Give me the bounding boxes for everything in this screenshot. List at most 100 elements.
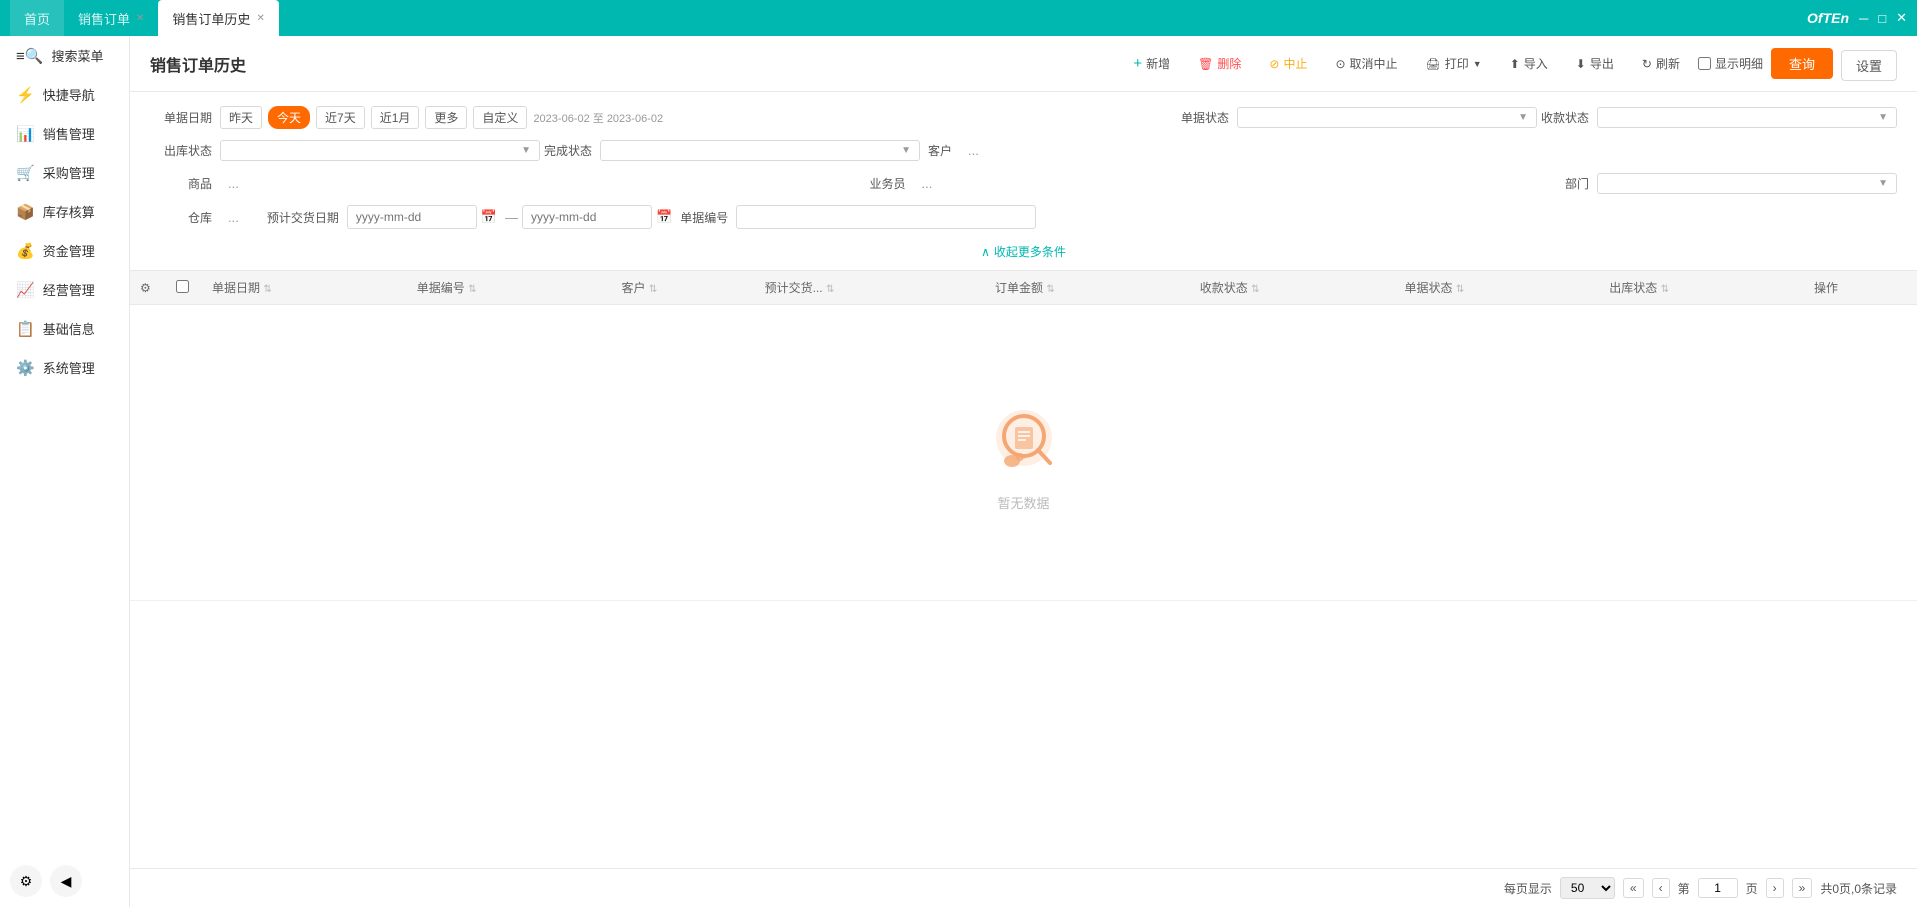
th-settings[interactable]: ⚙ xyxy=(130,271,166,305)
sidebar-item-sys-mgmt[interactable]: ⚙️ 系统管理 xyxy=(0,348,129,387)
sidebar-item-operations-label: 经营管理 xyxy=(43,280,95,299)
sort-receipt-status-icon[interactable]: ⇅ xyxy=(1251,284,1259,295)
import-button[interactable]: ⬆ 导入 xyxy=(1500,51,1558,76)
tab-sales-order-close[interactable]: ✕ xyxy=(136,13,144,24)
show-detail-toggle[interactable]: 显示明细 xyxy=(1698,55,1763,72)
new-button[interactable]: + 新增 xyxy=(1123,51,1180,76)
first-page-button[interactable]: « xyxy=(1623,878,1644,898)
show-detail-checkbox[interactable] xyxy=(1698,57,1711,70)
query-button[interactable]: 查询 xyxy=(1771,48,1833,79)
customer-dots[interactable]: ... xyxy=(960,139,987,162)
select-all-checkbox[interactable] xyxy=(176,280,189,293)
print-button[interactable]: 🖨 打印 ▼ xyxy=(1416,51,1492,76)
date-btn-more[interactable]: 更多 xyxy=(425,106,467,129)
basic-info-icon: 📋 xyxy=(16,320,35,338)
sidebar-collapse-btn[interactable]: ◀ xyxy=(50,865,82,897)
delete-button[interactable]: 🗑 删除 xyxy=(1188,51,1251,76)
window-minimize[interactable]: ─ xyxy=(1859,11,1868,26)
app-body: ≡🔍 搜索菜单 ⚡ 快捷导航 📊 销售管理 🛒 采购管理 📦 库存核算 💰 资金… xyxy=(0,36,1917,907)
tab-home[interactable]: 首页 xyxy=(10,0,64,36)
sort-customer-icon[interactable]: ⇅ xyxy=(649,284,657,295)
new-label: 新增 xyxy=(1146,55,1170,72)
sort-expected-delivery-icon[interactable]: ⇅ xyxy=(826,284,834,295)
sort-date-icon[interactable]: ⇅ xyxy=(263,284,271,295)
date-btn-yesterday[interactable]: 昨天 xyxy=(220,106,262,129)
export-label: 导出 xyxy=(1590,55,1614,72)
th-order-status: 单据状态 ⇅ xyxy=(1394,271,1599,305)
collapse-up-icon: ∧ xyxy=(981,245,990,259)
total-text: 共0页,0条记录 xyxy=(1820,880,1897,897)
order-status-label: 单据状态 xyxy=(1177,109,1237,126)
th-outbound-status: 出库状态 ⇅ xyxy=(1599,271,1804,305)
page-number-input[interactable] xyxy=(1698,878,1738,898)
date-from-input[interactable] xyxy=(347,205,477,229)
sidebar-item-search-menu[interactable]: ≡🔍 搜索菜单 xyxy=(0,36,129,75)
completion-status-arrow: ▼ xyxy=(901,145,911,156)
refresh-button[interactable]: ↻ 刷新 xyxy=(1632,51,1690,76)
date-btn-today[interactable]: 今天 xyxy=(268,106,310,129)
window-maximize[interactable]: □ xyxy=(1878,11,1886,26)
date-to-input[interactable] xyxy=(522,205,652,229)
calendar-to-icon[interactable]: 📅 xyxy=(652,209,676,225)
tab-sales-order[interactable]: 销售订单 ✕ xyxy=(64,0,158,36)
outbound-status-select[interactable]: ▼ xyxy=(220,140,540,161)
last-page-button[interactable]: » xyxy=(1792,878,1813,898)
sidebar-item-operations[interactable]: 📈 经营管理 xyxy=(0,270,129,309)
settings-icon[interactable]: ⚙ xyxy=(140,281,151,295)
completion-status-select[interactable]: ▼ xyxy=(600,140,920,161)
cancel-stop-button[interactable]: ⊙ 取消中止 xyxy=(1325,51,1407,76)
order-status-arrow: ▼ xyxy=(1518,112,1528,123)
show-detail-label: 显示明细 xyxy=(1715,55,1763,72)
sidebar-item-sales[interactable]: 📊 销售管理 xyxy=(0,114,129,153)
sidebar-item-purchase[interactable]: 🛒 采购管理 xyxy=(0,153,129,192)
warehouse-dots[interactable]: ... xyxy=(220,206,247,229)
purchase-icon: 🛒 xyxy=(16,164,35,182)
order-status-select[interactable]: ▼ xyxy=(1237,107,1537,128)
th-checkbox[interactable] xyxy=(166,271,202,305)
sort-order-no-icon[interactable]: ⇅ xyxy=(468,284,476,295)
next-page-button[interactable]: › xyxy=(1766,878,1784,898)
department-label: 部门 xyxy=(1557,175,1597,192)
sidebar-item-inventory[interactable]: 📦 库存核算 xyxy=(0,192,129,231)
print-label: 打印 xyxy=(1445,55,1469,72)
date-btn-1month[interactable]: 近1月 xyxy=(371,106,420,129)
table-body: 暂无数据 xyxy=(130,305,1917,601)
order-no-input[interactable] xyxy=(736,205,1036,229)
salesperson-dots[interactable]: ... xyxy=(914,172,941,195)
sidebar-item-finance[interactable]: 💰 资金管理 xyxy=(0,231,129,270)
outbound-status-label: 出库状态 xyxy=(150,142,220,159)
sort-outbound-status-icon[interactable]: ⇅ xyxy=(1661,284,1669,295)
sidebar-item-sys-label: 系统管理 xyxy=(43,358,95,377)
sort-amount-icon[interactable]: ⇅ xyxy=(1046,284,1054,295)
export-button[interactable]: ⬇ 导出 xyxy=(1566,51,1624,76)
department-select[interactable]: ▼ xyxy=(1597,173,1897,194)
goods-dots[interactable]: ... xyxy=(220,172,247,195)
stop-button[interactable]: ⊘ 中止 xyxy=(1259,51,1317,76)
th-amount-label: 订单金额 xyxy=(995,281,1043,295)
sort-order-status-icon[interactable]: ⇅ xyxy=(1456,284,1464,295)
goods-label: 商品 xyxy=(150,175,220,192)
th-customer: 客户 ⇅ xyxy=(611,271,754,305)
settings-button[interactable]: 设置 xyxy=(1841,50,1897,81)
date-btn-custom[interactable]: 自定义 xyxy=(473,106,527,129)
receipt-status-select[interactable]: ▼ xyxy=(1597,107,1897,128)
sidebar-item-quick-nav[interactable]: ⚡ 快捷导航 xyxy=(0,75,129,114)
page-label: 第 xyxy=(1678,880,1690,897)
th-amount: 订单金额 ⇅ xyxy=(985,271,1190,305)
main-content: 销售订单历史 + 新增 🗑 删除 ⊘ 中止 ⊙ 取消中止 xyxy=(130,36,1917,907)
order-no-label: 单据编号 xyxy=(676,209,736,226)
page-size-select[interactable]: 50 10 20 100 xyxy=(1560,877,1615,899)
sales-icon: 📊 xyxy=(16,125,35,143)
top-bar-right: OfTEn ─ □ ✕ xyxy=(1807,10,1907,26)
window-close[interactable]: ✕ xyxy=(1896,10,1907,26)
calendar-from-icon[interactable]: 📅 xyxy=(477,209,501,225)
sidebar-item-basic-info[interactable]: 📋 基础信息 xyxy=(0,309,129,348)
date-btn-7days[interactable]: 近7天 xyxy=(316,106,365,129)
top-bar: 首页 销售订单 ✕ 销售订单历史 ✕ OfTEn ─ □ ✕ xyxy=(0,0,1917,36)
sidebar-settings-btn[interactable]: ⚙ xyxy=(10,865,42,897)
date-range-text: 2023-06-02 至 2023-06-02 xyxy=(533,110,663,126)
tab-sales-order-history-close[interactable]: ✕ xyxy=(256,13,264,24)
collapse-filter-btn[interactable]: ∧ 收起更多条件 xyxy=(150,239,1897,264)
tab-sales-order-history[interactable]: 销售订单历史 ✕ xyxy=(158,0,278,36)
prev-page-button[interactable]: ‹ xyxy=(1652,878,1670,898)
